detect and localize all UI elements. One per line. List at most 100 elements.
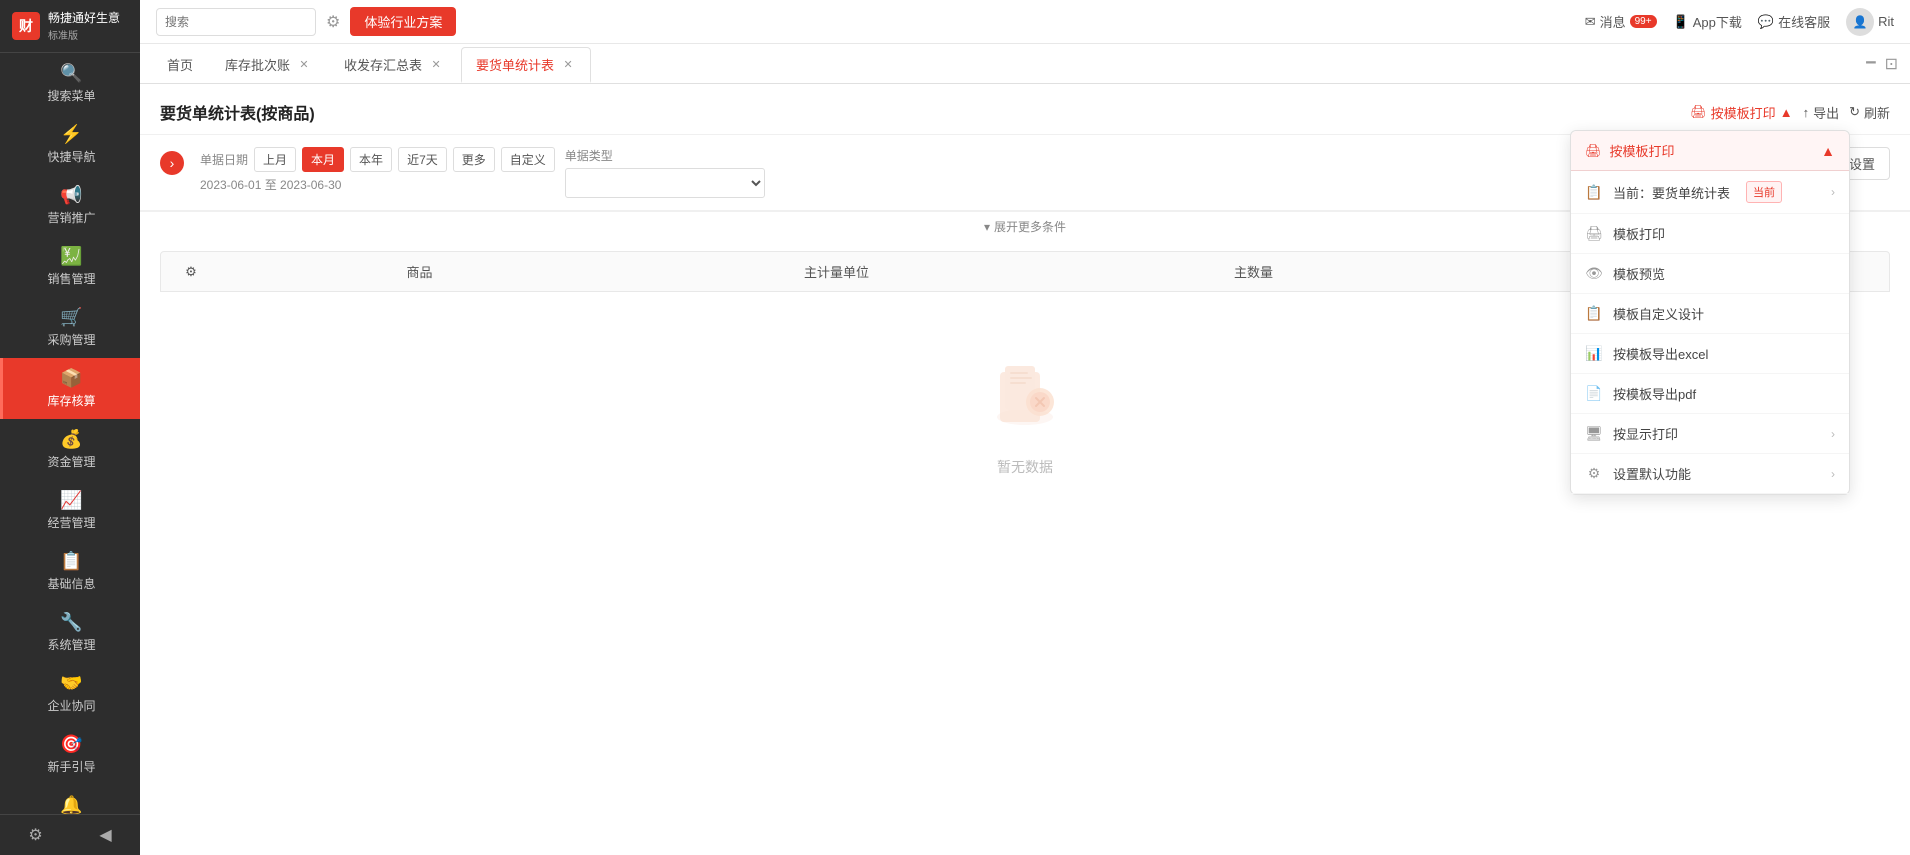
sidebar-item-quick-nav[interactable]: ⚡ 快捷导航 (0, 114, 140, 175)
date-filter-group: 单据日期 上月 本月 本年 近7天 更多 自定义 2023-06-01 至 20… (200, 147, 555, 193)
sidebar-item-inventory[interactable]: 📦 库存核算 (0, 358, 140, 419)
sidebar-item-app-center[interactable]: 🔔 应用中心 (0, 785, 140, 814)
user-avatar-area[interactable]: 👤 Rit (1846, 8, 1894, 36)
sidebar-item-sales[interactable]: 💹 销售管理 (0, 236, 140, 297)
tab-inventory-batch-close[interactable]: ✕ (296, 56, 312, 72)
marketing-icon: 📢 (60, 185, 82, 206)
date-btn-more[interactable]: 更多 (453, 147, 495, 172)
date-btn-this-month[interactable]: 本月 (302, 147, 344, 172)
export-button[interactable]: ↑ 导出 (1803, 103, 1840, 122)
dropdown-chevron-icon[interactable]: ▲ (1821, 143, 1835, 159)
date-range-display: 2023-06-01 至 2023-06-30 (200, 176, 555, 193)
sidebar-item-label: 库存核算 (47, 392, 95, 409)
topbar: ⚙ 体验行业方案 ✉ 消息 99+ 📱 App下载 💬 在线客服 👤 Rit (140, 0, 1910, 44)
sidebar-item-guide[interactable]: 🎯 新手引导 (0, 724, 140, 785)
sidebar-nav: 🔍 搜索菜单 ⚡ 快捷导航 📢 营销推广 💹 销售管理 🛒 采购管理 📦 库存核… (0, 53, 140, 814)
dropdown-template-print[interactable]: 🖨 模板打印 (1571, 214, 1849, 254)
sidebar-item-label: 系统管理 (47, 636, 95, 653)
dropdown-export-pdf-label: 按模板导出pdf (1613, 384, 1696, 403)
sidebar-item-cooperation[interactable]: 🤝 企业协同 (0, 663, 140, 724)
topbar-gear-icon[interactable]: ⚙ (326, 12, 340, 32)
tab-inventory-batch[interactable]: 库存批次账 ✕ (210, 46, 327, 82)
search-icon: 🔍 (60, 63, 82, 84)
search-input[interactable] (156, 8, 316, 36)
cooperation-icon: 🤝 (60, 673, 82, 694)
sidebar-item-label: 搜索菜单 (47, 87, 95, 104)
trial-button[interactable]: 体验行业方案 (350, 7, 456, 36)
tab-bar-right: 🗕 ⊡ (1865, 50, 1898, 77)
app-download-button[interactable]: 📱 App下载 (1673, 12, 1742, 31)
sidebar-item-search[interactable]: 🔍 搜索菜单 (0, 53, 140, 114)
sidebar-item-basics[interactable]: 📋 基础信息 (0, 541, 140, 602)
app-version: 标准版 (48, 27, 120, 42)
order-type-select[interactable] (565, 168, 765, 198)
date-btn-this-year[interactable]: 本年 (350, 147, 392, 172)
date-label: 单据日期 (200, 151, 248, 168)
guide-icon: 🎯 (60, 734, 82, 755)
sidebar-settings-button[interactable]: ⚙ (28, 825, 42, 845)
tab-order-stats-close[interactable]: ✕ (560, 56, 576, 72)
tab-receivables-close[interactable]: ✕ (428, 56, 444, 72)
template-custom-icon: 📋 (1585, 305, 1603, 322)
avatar: 👤 (1846, 8, 1874, 36)
online-service-button[interactable]: 💬 在线客服 (1758, 12, 1830, 31)
tab-expand-icon[interactable]: ⊡ (1885, 54, 1898, 74)
dropdown-set-default[interactable]: ⚙ 设置默认功能 › (1571, 454, 1849, 494)
tab-receivables-label: 收发存汇总表 (344, 55, 422, 74)
table-col-gear[interactable]: ⚙ (171, 254, 211, 290)
sidebar-collapse-button[interactable]: ◀ (99, 825, 111, 845)
topbar-right: ✉ 消息 99+ 📱 App下载 💬 在线客服 👤 Rit (1585, 8, 1894, 36)
chevron-up-icon: ▲ (1780, 105, 1793, 120)
template-print-dropdown: 🖨 按模板打印 ▲ 📋 当前：要货单统计表 当前 › 🖨 模板打印 👁 模板预览… (1570, 130, 1850, 495)
dropdown-display-print[interactable]: 🖥 按显示打印 › (1571, 414, 1849, 454)
tab-minimize-icon[interactable]: 🗕 (1865, 50, 1876, 77)
dropdown-current-item[interactable]: 📋 当前：要货单统计表 当前 › (1571, 171, 1849, 214)
date-btn-7days[interactable]: 近7天 (398, 147, 447, 172)
date-buttons-row: 单据日期 上月 本月 本年 近7天 更多 自定义 (200, 147, 555, 172)
table-col-quantity: 主数量 (1045, 252, 1462, 291)
printer-icon: 🖨 (1690, 104, 1707, 120)
tab-receivables[interactable]: 收发存汇总表 ✕ (329, 46, 459, 82)
dropdown-export-pdf[interactable]: 📄 按模板导出pdf (1571, 374, 1849, 414)
date-btn-custom[interactable]: 自定义 (501, 147, 555, 172)
template-print-button[interactable]: 🖨 按模板打印 ▲ (1690, 103, 1792, 122)
dropdown-template-print-label: 模板打印 (1613, 224, 1665, 243)
table-col-unit: 主计量单位 (628, 252, 1045, 291)
sidebar-item-label: 营销推广 (47, 209, 95, 226)
username: Rit (1878, 14, 1894, 29)
dropdown-set-default-left: ⚙ 设置默认功能 (1585, 464, 1691, 483)
current-item-arrow: › (1831, 185, 1835, 199)
sidebar-item-label: 基础信息 (47, 575, 95, 592)
sidebar-item-marketing[interactable]: 📢 营销推广 (0, 175, 140, 236)
operations-icon: 📈 (60, 490, 82, 511)
date-btn-last-month[interactable]: 上月 (254, 147, 296, 172)
refresh-button[interactable]: ↻ 刷新 (1849, 103, 1890, 122)
dropdown-template-custom[interactable]: 📋 模板自定义设计 (1571, 294, 1849, 334)
sidebar-item-purchase[interactable]: 🛒 采购管理 (0, 297, 140, 358)
app-center-icon: 🔔 (60, 795, 82, 814)
message-badge: 99+ (1630, 15, 1657, 28)
dropdown-export-excel[interactable]: 📊 按模板导出excel (1571, 334, 1849, 374)
sales-icon: 💹 (60, 246, 82, 267)
tab-order-stats-label: 要货单统计表 (476, 55, 554, 74)
sidebar-item-operations[interactable]: 📈 经营管理 (0, 480, 140, 541)
tab-inventory-batch-label: 库存批次账 (225, 55, 290, 74)
expand-more-label: 展开更多条件 (994, 218, 1066, 235)
tab-home-label: 首页 (167, 55, 193, 74)
expand-more-icon: ▾ (984, 220, 990, 234)
sidebar-item-label: 快捷导航 (47, 148, 95, 165)
message-button[interactable]: ✉ 消息 99+ (1585, 12, 1657, 31)
export-label: 导出 (1813, 103, 1839, 122)
sidebar-item-capital[interactable]: 💰 资金管理 (0, 419, 140, 480)
export-excel-icon: 📊 (1585, 345, 1603, 362)
filter-expand-button[interactable]: › (160, 151, 184, 175)
topbar-left: ⚙ 体验行业方案 (156, 7, 456, 36)
empty-text: 暂无数据 (997, 457, 1053, 477)
dropdown-template-preview[interactable]: 👁 模板预览 (1571, 254, 1849, 294)
display-print-icon: 🖥 (1585, 425, 1603, 442)
tab-order-stats[interactable]: 要货单统计表 ✕ (461, 47, 591, 83)
current-item-icon: 📋 (1585, 184, 1603, 201)
tab-home[interactable]: 首页 (152, 46, 208, 82)
sidebar-item-system[interactable]: 🔧 系统管理 (0, 602, 140, 663)
capital-icon: 💰 (60, 429, 82, 450)
